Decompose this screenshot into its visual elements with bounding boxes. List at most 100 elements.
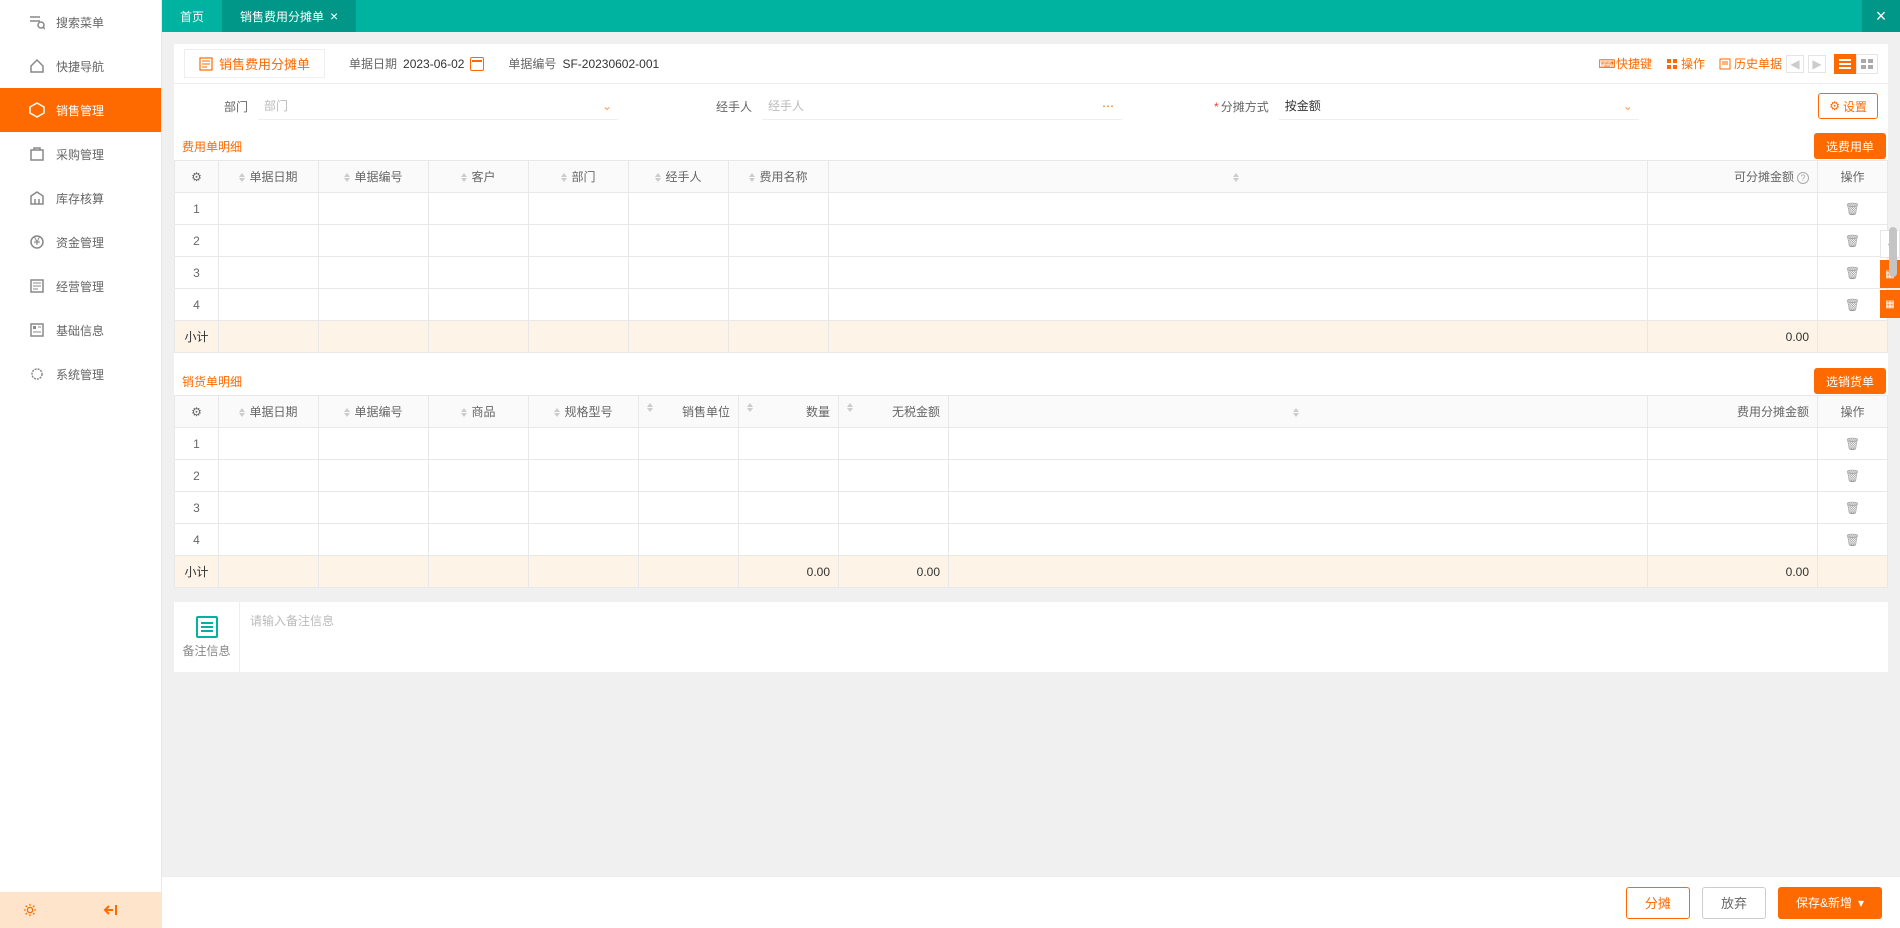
allocate-button[interactable]: 分摊 [1626,887,1690,919]
view-list-button[interactable] [1834,54,1856,74]
nav-next-button[interactable]: ▶ [1808,55,1826,73]
th-spec[interactable]: 规格型号 [529,396,639,428]
table-row[interactable]: 4🗑 [175,289,1888,321]
doc-no-label: 单据编号 [508,55,556,72]
th-no[interactable]: 单据编号 [319,161,429,193]
sidebar-item-system[interactable]: 系统管理 [0,352,161,396]
sidebar-item-sales[interactable]: 销售管理 [0,88,161,132]
nav-prev-button[interactable]: ◀ [1786,55,1804,73]
select-expense-button[interactable]: 选费用单 [1814,133,1886,159]
sidebar-collapse-button[interactable] [60,904,162,916]
remark-input[interactable] [240,602,1888,672]
purchase-icon [28,145,46,163]
th-unit[interactable]: 销售单位 [639,396,739,428]
sidebar-item-purchase[interactable]: 采购管理 [0,132,161,176]
sidebar-item-info[interactable]: 基础信息 [0,308,161,352]
th-op: 操作 [1818,396,1888,428]
doc-date-value[interactable]: 2023-06-02 [403,57,464,71]
dept-input[interactable] [258,92,618,120]
table-row[interactable]: 1🗑 [175,428,1888,460]
table-row[interactable]: 3🗑 [175,257,1888,289]
inventory-icon [28,189,46,207]
calendar-icon[interactable] [470,57,484,71]
grid-icon [1666,58,1678,70]
operate-link[interactable]: 操作 [1666,55,1705,72]
view-card-button[interactable] [1856,54,1878,74]
th-blank[interactable] [949,396,1648,428]
th-qty[interactable]: 数量 [739,396,839,428]
delete-icon[interactable]: 🗑 [1845,298,1860,312]
delete-icon[interactable]: 🗑 [1845,437,1860,451]
th-customer[interactable]: 客户 [429,161,529,193]
history-icon [1719,58,1731,70]
th-dept[interactable]: 部门 [529,161,629,193]
th-fee[interactable]: 费用名称 [729,161,829,193]
info-icon [28,321,46,339]
system-icon [28,365,46,383]
sidebar-item-fund[interactable]: ¥ 资金管理 [0,220,161,264]
dept-label: 部门 [224,98,248,115]
more-icon[interactable]: ⋯ [1102,99,1114,113]
table-row[interactable]: 4🗑 [175,524,1888,556]
sales-subtotal-qty: 0.00 [739,556,839,588]
remark-tab[interactable]: 备注信息 [174,602,240,672]
sidebar-item-label: 库存核算 [56,190,104,207]
tab-home[interactable]: 首页 [162,0,222,32]
delete-icon[interactable]: 🗑 [1845,202,1860,216]
th-date[interactable]: 单据日期 [219,161,319,193]
scrollbar-thumb[interactable] [1889,227,1897,277]
th-gear[interactable]: ⚙ [175,161,219,193]
history-link[interactable]: 历史单据 [1719,55,1782,72]
help-icon[interactable]: ? [1797,172,1809,184]
th-handler[interactable]: 经手人 [629,161,729,193]
sidebar-item-inventory[interactable]: 库存核算 [0,176,161,220]
home-icon [28,57,46,75]
discard-button[interactable]: 放弃 [1702,887,1766,919]
th-excl[interactable]: 无税金额 [839,396,949,428]
th-date[interactable]: 单据日期 [219,396,319,428]
subtotal-row: 小计0.000.000.00 [175,556,1888,588]
th-blank[interactable] [829,161,1648,193]
table-row[interactable]: 3🗑 [175,492,1888,524]
delete-icon[interactable]: 🗑 [1845,234,1860,248]
table-row[interactable]: 2🗑 [175,460,1888,492]
expense-section-header: 费用单明细 选费用单 [174,128,1888,160]
tab-bar: 首页 销售费用分摊单 × × [162,0,1900,32]
settings-button[interactable]: ⚙设置 [1818,93,1878,119]
vertical-scrollbar[interactable] [1886,43,1900,876]
th-alloc[interactable]: 可分摊金额? [1648,161,1818,193]
table-row[interactable]: 1🗑 [175,193,1888,225]
gear-icon: ⚙ [191,405,202,419]
tabs-close-all-button[interactable]: × [1862,0,1900,32]
sales-section-header: 销货单明细 选销货单 [174,363,1888,395]
th-gear[interactable]: ⚙ [175,396,219,428]
footer-bar: 分摊 放弃 保存&新增▾ [162,876,1900,928]
delete-icon[interactable]: 🗑 [1845,533,1860,547]
save-new-button[interactable]: 保存&新增▾ [1778,887,1882,919]
expense-title: 费用单明细 [176,138,242,155]
sidebar-item-label: 基础信息 [56,322,104,339]
sidebar-item-label: 经营管理 [56,278,104,295]
handler-input[interactable] [762,92,1122,120]
th-no[interactable]: 单据编号 [319,396,429,428]
sidebar-settings-button[interactable] [0,903,60,917]
select-sales-button[interactable]: 选销货单 [1814,368,1886,394]
delete-icon[interactable]: 🗑 [1845,266,1860,280]
tab-current-label: 销售费用分摊单 [240,8,324,25]
sidebar-item-biz[interactable]: 经营管理 [0,264,161,308]
tab-current[interactable]: 销售费用分摊单 × [222,0,356,32]
method-input[interactable] [1279,92,1639,120]
sidebar-item-quicknav[interactable]: 快捷导航 [0,44,161,88]
delete-icon[interactable]: 🗑 [1845,501,1860,515]
remark-card: 备注信息 [174,602,1888,672]
tab-close-icon[interactable]: × [330,8,338,24]
th-alloc[interactable]: 费用分摊金额 [1648,396,1818,428]
table-row[interactable]: 2🗑 [175,225,1888,257]
sidebar-item-search[interactable]: 搜索菜单 [0,0,161,44]
sidebar-item-label: 搜索菜单 [56,14,104,31]
sales-icon [28,101,46,119]
shortcut-link[interactable]: ⌨快捷键 [1601,55,1652,72]
delete-icon[interactable]: 🗑 [1845,469,1860,483]
view-toggle [1834,54,1878,74]
th-product[interactable]: 商品 [429,396,529,428]
